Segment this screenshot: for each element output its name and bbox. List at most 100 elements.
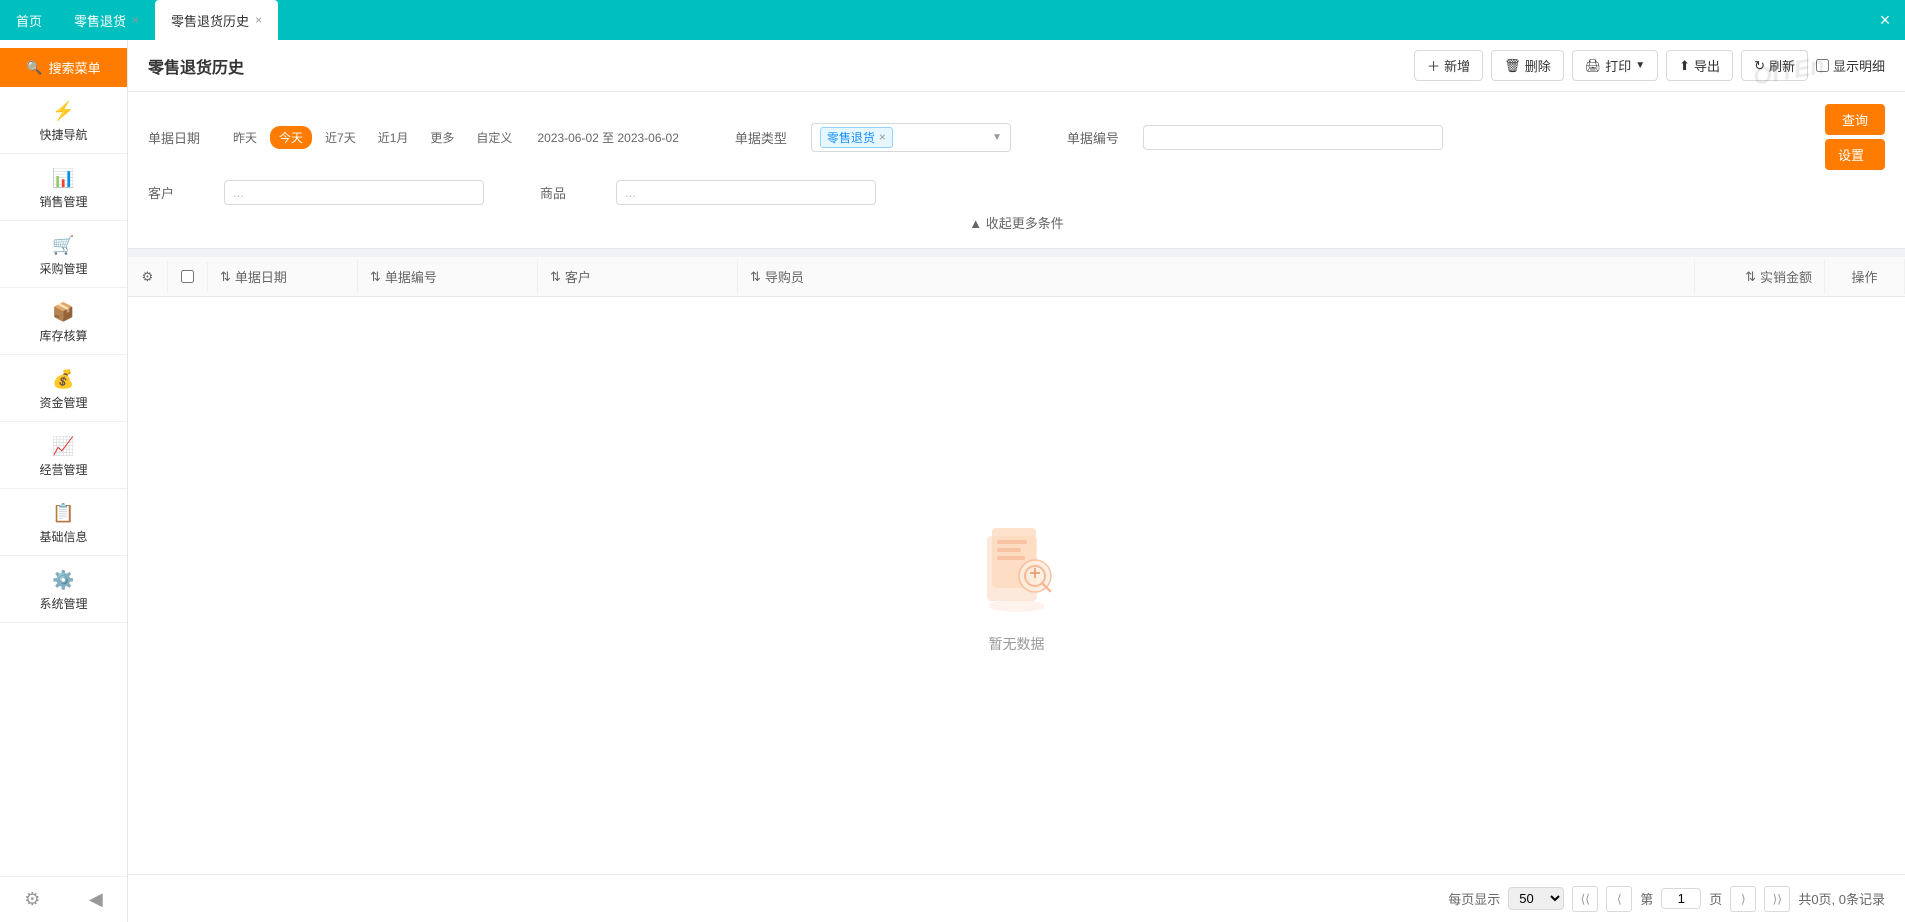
sidebar-item-inventory-label: 库存核算 (39, 327, 87, 344)
per-page-label: 每页显示 (1448, 889, 1500, 908)
tab-retail-return-label: 零售退货 (74, 11, 126, 30)
col-action-label: 操作 (1851, 267, 1877, 286)
export-icon: ⬆ (1679, 58, 1690, 74)
sidebar-item-operations[interactable]: 📈 经营管理 (0, 422, 127, 489)
add-icon: ＋ (1427, 56, 1440, 75)
col-guide-sort-icon[interactable]: ⇅ (750, 269, 761, 285)
table-col-customer: ⇅ 客户 (538, 259, 738, 294)
sidebar-item-purchase[interactable]: 🛒 采购管理 (0, 221, 127, 288)
total-label: 共0页, 0条记录 (1798, 889, 1885, 908)
filter-area: 单据日期 昨天 今天 近7天 近1月 更多 自定义 2023-06-02 至 2… (128, 92, 1905, 249)
col-amount-sort-icon[interactable]: ⇅ (1745, 269, 1756, 285)
page-prev-button[interactable]: ⟨ (1606, 886, 1632, 912)
tab-retail-return[interactable]: 零售退货 × (58, 0, 155, 40)
sidebar-item-system[interactable]: ⚙️ 系统管理 (0, 556, 127, 623)
col-date-sort-icon[interactable]: ⇅ (220, 269, 231, 285)
type-select-arrow-icon: ▼ (992, 132, 1002, 143)
col-customer-sort-icon[interactable]: ⇅ (550, 269, 561, 285)
sidebar-item-system-label: 系统管理 (39, 595, 87, 612)
number-filter-input[interactable] (1143, 125, 1443, 150)
sidebar-item-operations-label: 经营管理 (39, 461, 87, 478)
page-number-input[interactable]: 1 (1661, 888, 1701, 909)
sidebar-item-finance[interactable]: 💰 资金管理 (0, 355, 127, 422)
table-checkbox-col (168, 262, 208, 291)
table-header: ⚙ ⇅ 单据日期 ⇅ 单据编号 ⇅ 客户 ⇅ (128, 257, 1905, 297)
table-col-action: 操作 (1825, 259, 1905, 294)
collapse-button[interactable]: ▲ 收起更多条件 (957, 209, 1075, 236)
refresh-button[interactable]: ↻ 刷新 (1741, 50, 1808, 81)
query-button[interactable]: 查询 (1825, 104, 1885, 135)
tab-retail-return-history-close[interactable]: × (255, 13, 262, 27)
type-tag-label: 零售退货 (827, 129, 875, 146)
page-title: 零售退货历史 (148, 54, 244, 78)
show-detail-checkbox[interactable]: 显示明细 (1816, 56, 1885, 75)
date-custom-btn[interactable]: 自定义 (467, 126, 521, 149)
add-button[interactable]: ＋ 新增 (1414, 50, 1483, 81)
delete-button[interactable]: 🗑 删除 (1491, 50, 1564, 81)
date-7days-btn[interactable]: 近7天 (316, 126, 365, 149)
collapse-sidebar-icon[interactable]: ◀ (89, 889, 103, 910)
table-col-number: ⇅ 单据编号 (358, 259, 538, 294)
date-1month-btn[interactable]: 近1月 (369, 126, 418, 149)
tab-home[interactable]: 首页 (0, 0, 58, 40)
empty-state: 暂无数据 (128, 297, 1905, 874)
show-detail-input[interactable] (1816, 59, 1829, 72)
sidebar-item-basicinfo[interactable]: 📋 基础信息 (0, 489, 127, 556)
print-label: 打印 (1605, 56, 1631, 75)
page-unit: 页 (1709, 889, 1722, 908)
inventory-icon: 📦 (52, 302, 74, 323)
show-detail-label: 显示明细 (1833, 56, 1885, 75)
sales-icon: 📊 (52, 168, 74, 189)
col-number-sort-icon[interactable]: ⇅ (370, 269, 381, 285)
col-amount-label: 实销金额 (1760, 267, 1812, 286)
col-customer-label: 客户 (565, 267, 591, 286)
purchase-icon: 🛒 (52, 235, 74, 256)
tab-retail-return-history-label: 零售退货历史 (171, 11, 249, 30)
table-settings-icon[interactable]: ⚙ (142, 269, 154, 285)
select-all-checkbox[interactable] (181, 270, 194, 283)
delete-label: 删除 (1525, 56, 1551, 75)
sidebar-item-basicinfo-label: 基础信息 (39, 528, 87, 545)
sidebar-item-sales[interactable]: 📊 销售管理 (0, 154, 127, 221)
tab-bar: 首页 零售退货 × 零售退货历史 × (0, 0, 1865, 40)
table-settings-col[interactable]: ⚙ (128, 261, 168, 293)
date-more-btn[interactable]: 更多 (421, 126, 463, 149)
date-range-display: 2023-06-02 至 2023-06-02 (537, 129, 678, 146)
collapse-row: ▲ 收起更多条件 (148, 209, 1885, 236)
page-last-button[interactable]: ⟩⟩ (1764, 886, 1790, 912)
sidebar-item-inventory[interactable]: 📦 库存核算 (0, 288, 127, 355)
goods-filter-label: 商品 (540, 183, 600, 202)
col-guide-label: 导购员 (765, 267, 804, 286)
setting-button[interactable]: 设置 (1825, 139, 1885, 170)
sidebar-search[interactable]: 🔍 搜索菜单 (0, 48, 127, 87)
table-col-amount: ⇅ 实销金额 (1695, 259, 1825, 294)
export-button[interactable]: ⬆ 导出 (1666, 50, 1733, 81)
page-first-button[interactable]: ⟨⟨ (1572, 886, 1598, 912)
tab-retail-return-close[interactable]: × (132, 13, 139, 27)
page-next-button[interactable]: ⟩ (1730, 886, 1756, 912)
pagination: 每页显示 10 20 50 100 ⟨⟨ ⟨ 第 1 页 ⟩ ⟩⟩ 共0页, 0… (128, 874, 1905, 922)
type-filter-label: 单据类型 (735, 128, 795, 147)
date-today-btn[interactable]: 今天 (270, 126, 312, 149)
type-tag-remove[interactable]: × (879, 130, 886, 144)
sidebar-item-quicknav[interactable]: ⚡ 快捷导航 (0, 87, 127, 154)
main-content: 零售退货历史 ＋ 新增 🗑 删除 🖨 打印 ▼ ⬆ 导出 (128, 40, 1905, 922)
table-col-guide: ⇅ 导购员 (738, 259, 1695, 294)
sidebar-search-label: 搜索菜单 (49, 58, 101, 77)
goods-filter-input[interactable]: ... (616, 180, 876, 205)
per-page-select[interactable]: 10 20 50 100 (1508, 887, 1564, 910)
system-icon: ⚙️ (52, 570, 74, 591)
type-filter-select[interactable]: 零售退货 × ▼ (811, 123, 1011, 152)
tab-home-label: 首页 (16, 11, 42, 30)
print-button[interactable]: 🖨 打印 ▼ (1572, 50, 1658, 81)
search-icon: 🔍 (26, 60, 42, 76)
col-date-label: 单据日期 (235, 267, 287, 286)
settings-bottom-icon[interactable]: ⚙ (24, 889, 40, 910)
sidebar-item-quicknav-label: 快捷导航 (39, 126, 87, 143)
refresh-label: 刷新 (1769, 56, 1795, 75)
window-close-button[interactable]: × (1865, 0, 1905, 40)
quicknav-icon: ⚡ (52, 101, 74, 122)
tab-retail-return-history[interactable]: 零售退货历史 × (155, 0, 278, 40)
date-yesterday-btn[interactable]: 昨天 (224, 126, 266, 149)
customer-filter-input[interactable]: ... (224, 180, 484, 205)
